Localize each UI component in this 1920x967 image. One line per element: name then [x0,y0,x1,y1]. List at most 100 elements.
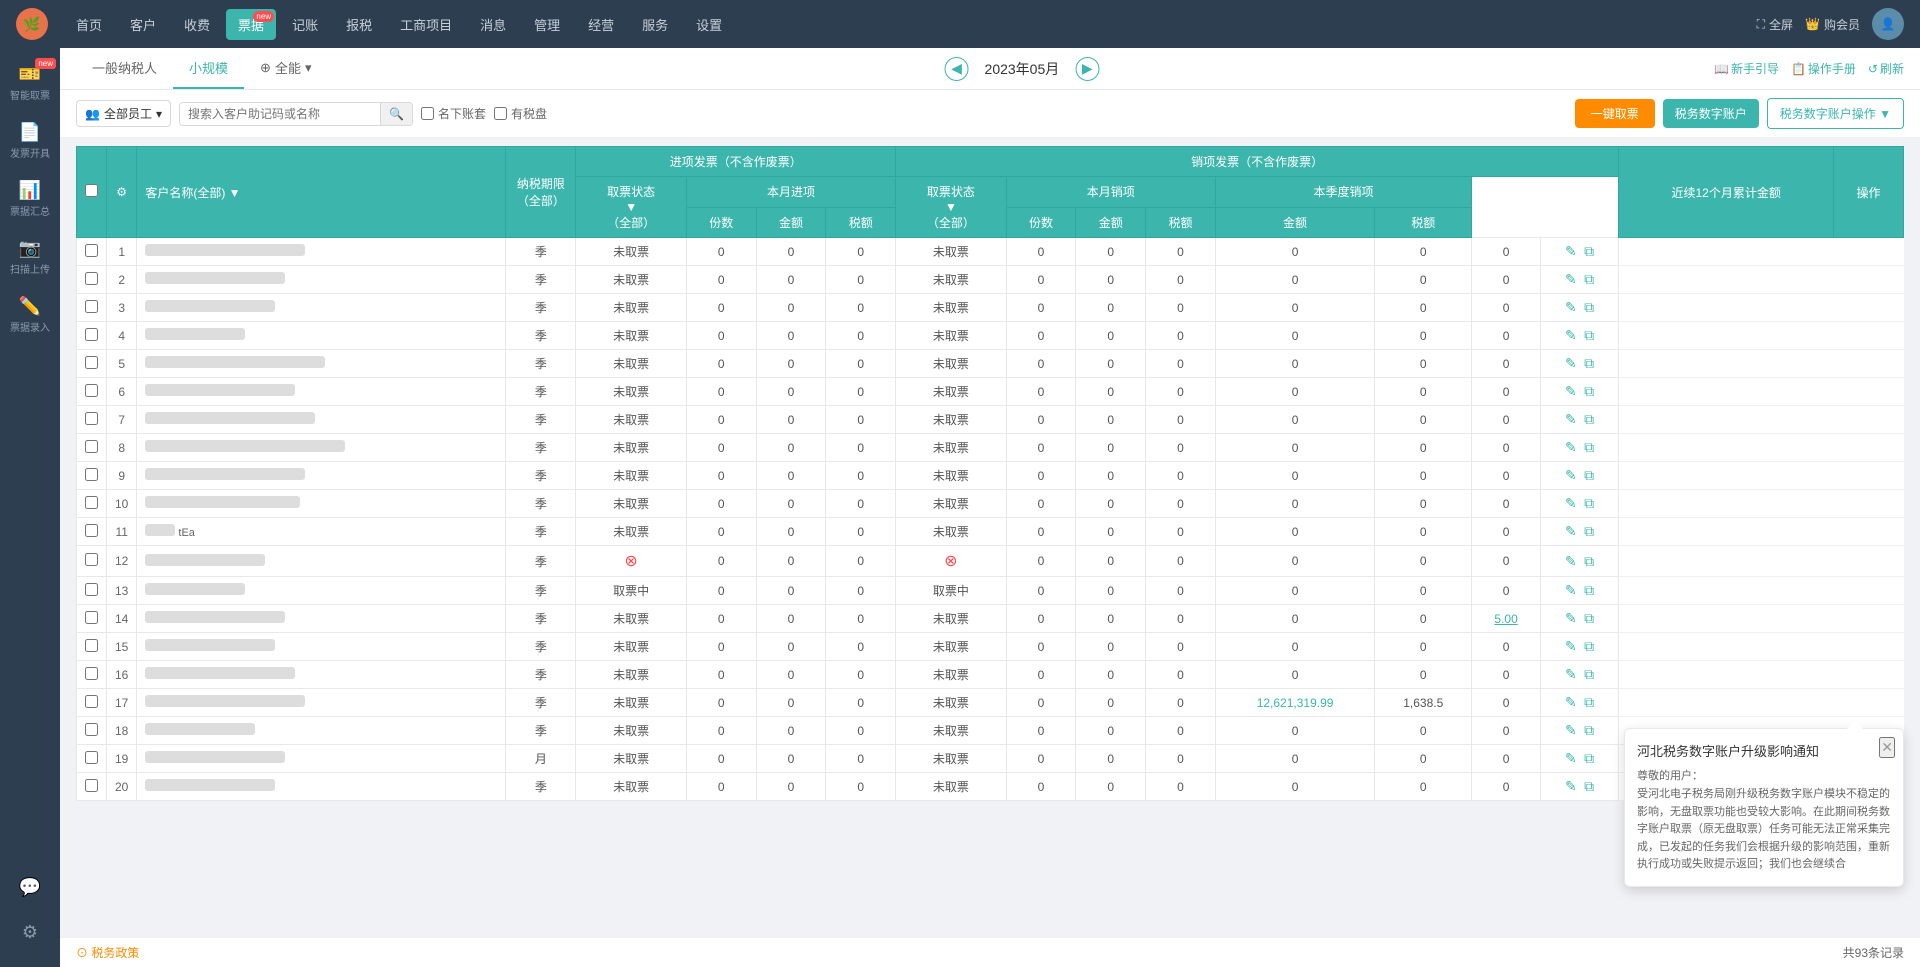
nav-item-tax[interactable]: 报税 [334,9,384,40]
row-checkbox-20[interactable] [85,779,98,792]
edit-icon-18[interactable]: ✎ [1565,722,1577,738]
copy-icon-20[interactable]: ⧉ [1584,778,1594,794]
nav-item-manage[interactable]: 管理 [522,9,572,40]
copy-icon-6[interactable]: ⧉ [1584,383,1594,399]
row-checkbox-3[interactable] [85,300,98,313]
row-checkbox-8[interactable] [85,440,98,453]
edit-icon-14[interactable]: ✎ [1565,610,1577,626]
row-checkbox-10[interactable] [85,496,98,509]
search-btn[interactable]: 🔍 [380,103,412,125]
row-checkbox-19[interactable] [85,751,98,764]
fullscreen-btn[interactable]: ⛶ 全屏 [1757,16,1793,33]
copy-icon-19[interactable]: ⧉ [1584,750,1594,766]
row-checkbox-14[interactable] [85,611,98,624]
nav-item-business[interactable]: 工商项目 [388,9,464,40]
avatar[interactable]: 👤 [1872,8,1904,40]
copy-icon-3[interactable]: ⧉ [1584,299,1594,315]
edit-icon-5[interactable]: ✎ [1565,355,1577,371]
sidebar-item-smart-ticket[interactable]: 🎫 智能取票 new [2,56,58,110]
select-all-checkbox[interactable] [85,184,98,197]
edit-icon-9[interactable]: ✎ [1565,467,1577,483]
employee-select[interactable]: 👥 全部员工 ▾ [76,100,171,127]
edit-icon-12[interactable]: ✎ [1565,553,1577,569]
filter-account-check[interactable]: 名下账套 [421,105,486,122]
edit-icon-11[interactable]: ✎ [1565,523,1577,539]
row-cumulative-8[interactable]: 0 [1472,434,1541,462]
row-checkbox-2[interactable] [85,272,98,285]
tax-policy-link[interactable]: ⊙ 税务政策 [76,944,139,961]
row-checkbox-7[interactable] [85,412,98,425]
edit-icon-7[interactable]: ✎ [1565,411,1577,427]
tax-digital-ops-btn[interactable]: 税务数字账户操作 ▼ [1767,98,1904,129]
edit-icon-6[interactable]: ✎ [1565,383,1577,399]
copy-icon-10[interactable]: ⧉ [1584,495,1594,511]
vip-btn[interactable]: 👑 购会员 [1805,16,1860,33]
copy-icon-5[interactable]: ⧉ [1584,355,1594,371]
edit-icon-20[interactable]: ✎ [1565,778,1577,794]
nav-item-customer[interactable]: 客户 [118,9,168,40]
one-click-ticket-btn[interactable]: 一键取票 [1575,99,1655,128]
copy-icon-14[interactable]: ⧉ [1584,610,1594,626]
row-checkbox-15[interactable] [85,639,98,652]
edit-icon-8[interactable]: ✎ [1565,439,1577,455]
row-cumulative-9[interactable]: 0 [1472,462,1541,490]
copy-icon-4[interactable]: ⧉ [1584,327,1594,343]
copy-icon-9[interactable]: ⧉ [1584,467,1594,483]
nav-item-settings[interactable]: 设置 [684,9,734,40]
nav-item-home[interactable]: 首页 [64,9,114,40]
row-cumulative-16[interactable]: 0 [1472,661,1541,689]
copy-icon-16[interactable]: ⧉ [1584,666,1594,682]
row-checkbox-11[interactable] [85,524,98,537]
row-cumulative-20[interactable]: 0 [1472,773,1541,801]
tab-general-taxpayer[interactable]: 一般纳税人 [76,48,173,89]
edit-icon-19[interactable]: ✎ [1565,750,1577,766]
row-cumulative-1[interactable]: 0 [1472,238,1541,266]
row-checkbox-17[interactable] [85,695,98,708]
edit-icon-13[interactable]: ✎ [1565,582,1577,598]
settings-icon[interactable]: ⚙ [116,185,127,199]
copy-icon-17[interactable]: ⧉ [1584,694,1594,710]
row-cumulative-17[interactable]: 0 [1472,689,1541,717]
new-guide-link[interactable]: 📖 新手引导 [1714,60,1779,77]
row-cumulative-5[interactable]: 0 [1472,350,1541,378]
sidebar-item-chat[interactable]: 💬 [2,869,58,906]
sidebar-item-config[interactable]: ⚙ [2,914,58,951]
copy-icon-11[interactable]: ⧉ [1584,523,1594,539]
tab-small-scale[interactable]: 小规模 [173,48,244,89]
copy-icon-8[interactable]: ⧉ [1584,439,1594,455]
row-cumulative-2[interactable]: 0 [1472,266,1541,294]
sidebar-item-ticket-summary[interactable]: 📊 票据汇总 [2,172,58,226]
row-checkbox-13[interactable] [85,583,98,596]
filter-taxdisk-check[interactable]: 有税盘 [494,105,547,122]
sidebar-item-invoice-open[interactable]: 📄 发票开具 [2,114,58,168]
period-next-btn[interactable]: ▶ [1075,57,1099,81]
sidebar-item-scan-upload[interactable]: 📷 扫描上传 [2,230,58,284]
nav-item-account[interactable]: 记账 [280,9,330,40]
copy-icon-2[interactable]: ⧉ [1584,271,1594,287]
row-cumulative-18[interactable]: 0 [1472,717,1541,745]
row-cumulative-14[interactable]: 5.00 [1472,605,1541,633]
edit-icon-15[interactable]: ✎ [1565,638,1577,654]
row-checkbox-18[interactable] [85,723,98,736]
nav-item-service[interactable]: 服务 [630,9,680,40]
copy-icon-15[interactable]: ⧉ [1584,638,1594,654]
sidebar-item-ticket-entry[interactable]: ✏️ 票据录入 [2,288,58,342]
nav-item-message[interactable]: 消息 [468,9,518,40]
row-checkbox-9[interactable] [85,468,98,481]
row-cumulative-13[interactable]: 0 [1472,577,1541,605]
cumulative-link[interactable]: 5.00 [1494,612,1517,626]
nav-item-operation[interactable]: 经营 [576,9,626,40]
period-prev-btn[interactable]: ◀ [945,57,969,81]
copy-icon-18[interactable]: ⧉ [1584,722,1594,738]
refresh-btn[interactable]: ↺ 刷新 [1868,60,1904,77]
copy-icon-1[interactable]: ⧉ [1584,243,1594,259]
row-cumulative-10[interactable]: 0 [1472,490,1541,518]
nav-item-fee[interactable]: 收费 [172,9,222,40]
edit-icon-2[interactable]: ✎ [1565,271,1577,287]
manual-link[interactable]: 📋 操作手册 [1791,60,1856,77]
copy-icon-12[interactable]: ⧉ [1584,553,1594,569]
copy-icon-13[interactable]: ⧉ [1584,582,1594,598]
row-cumulative-11[interactable]: 0 [1472,518,1541,546]
edit-icon-17[interactable]: ✎ [1565,694,1577,710]
row-cumulative-12[interactable]: 0 [1472,546,1541,577]
